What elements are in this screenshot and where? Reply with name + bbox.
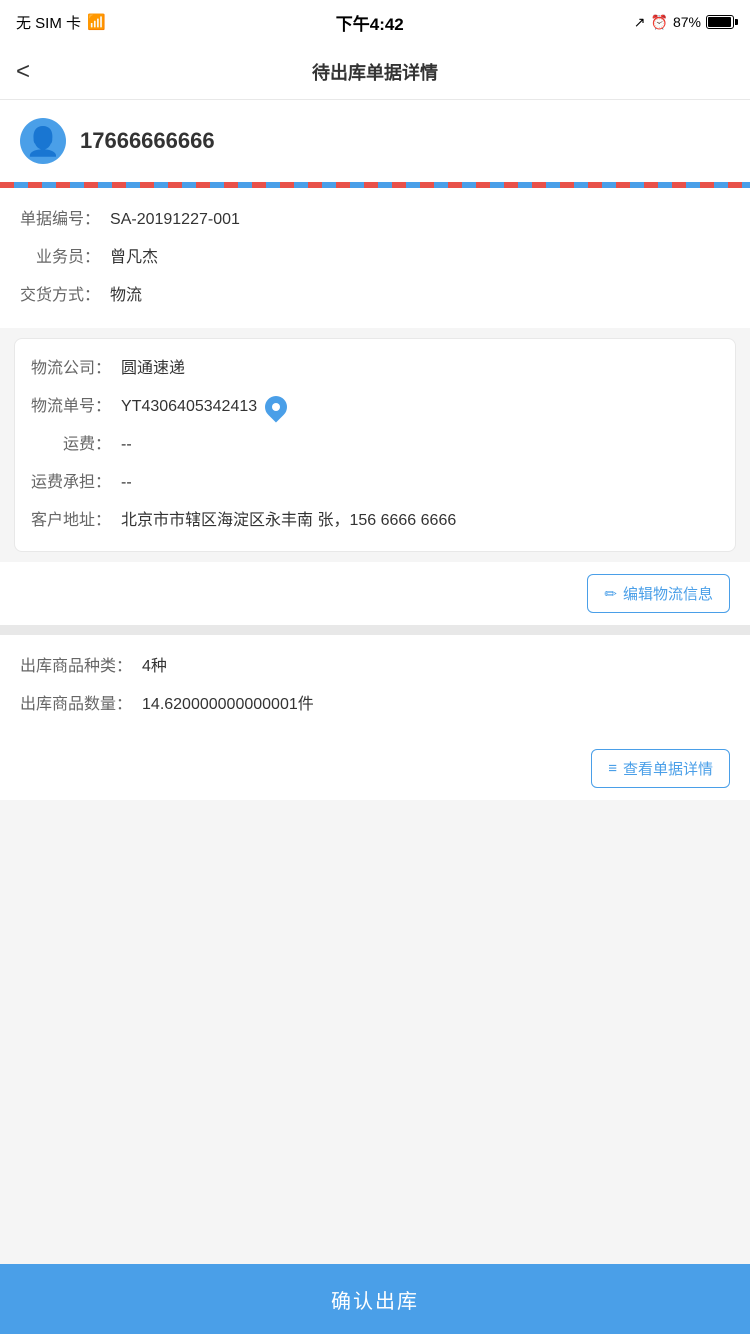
- edit-icon: ✏: [604, 585, 617, 603]
- delivery-row: 交货方式： 物流: [20, 284, 730, 308]
- back-button[interactable]: <: [8, 50, 38, 94]
- freight-row: 运费： --: [31, 433, 719, 457]
- product-quantity-value: 14.620000000000001件: [142, 693, 730, 717]
- location-icon: ↗: [634, 14, 646, 31]
- freight-bearer-row: 运费承担： --: [31, 471, 719, 495]
- status-bar: 无 SIM 卡 📶 下午4:42 ↗ ⏰ 87%: [0, 0, 750, 44]
- edit-logistics-button[interactable]: ✏ 编辑物流信息: [587, 574, 730, 613]
- freight-bearer-label: 运费承担：: [31, 471, 121, 495]
- battery-icon: [706, 15, 734, 29]
- tracking-number-row: 物流单号： YT4306405342413: [31, 395, 719, 419]
- avatar: 👤: [20, 118, 66, 164]
- view-details-button[interactable]: ≡ 查看单据详情: [591, 749, 730, 788]
- location-pin-icon[interactable]: [261, 391, 292, 422]
- tracking-value: YT4306405342413: [121, 395, 719, 419]
- avatar-icon: 👤: [26, 125, 61, 158]
- sales-rep-row: 业务员： 曾凡杰: [20, 246, 730, 270]
- status-right: ↗ ⏰ 87%: [634, 14, 734, 31]
- customer-row: 👤 17666666666: [0, 100, 750, 182]
- product-quantity-row: 出库商品数量： 14.620000000000001件: [20, 693, 730, 717]
- order-number-row: 单据编号： SA-20191227-001: [20, 208, 730, 232]
- section-divider: [0, 625, 750, 635]
- confirm-button[interactable]: 确认出库: [0, 1264, 750, 1334]
- alarm-icon: ⏰: [651, 14, 668, 31]
- confirm-btn-text: 确认出库: [331, 1285, 419, 1314]
- sales-rep-value: 曾凡杰: [110, 246, 730, 270]
- wifi-icon: 📶: [87, 13, 106, 31]
- carrier-label: 无 SIM 卡: [16, 12, 81, 33]
- order-number-label: 单据编号：: [20, 208, 110, 232]
- logistics-card: 物流公司： 圆通速递 物流单号： YT4306405342413 运费： -- …: [14, 338, 736, 552]
- edit-btn-label: 编辑物流信息: [623, 583, 713, 604]
- status-time: 下午4:42: [336, 10, 404, 35]
- freight-label: 运费：: [31, 433, 121, 457]
- delivery-label: 交货方式：: [20, 284, 110, 308]
- order-info-section: 单据编号： SA-20191227-001 业务员： 曾凡杰 交货方式： 物流: [0, 188, 750, 328]
- product-section: 出库商品种类： 4种 出库商品数量： 14.620000000000001件: [0, 635, 750, 737]
- nav-bar: < 待出库单据详情: [0, 44, 750, 100]
- delivery-value: 物流: [110, 284, 730, 308]
- customer-phone: 17666666666: [80, 128, 215, 154]
- view-details-label: 查看单据详情: [623, 758, 713, 779]
- sales-rep-label: 业务员：: [20, 246, 110, 270]
- page-title: 待出库单据详情: [312, 59, 438, 85]
- logistics-company-label: 物流公司：: [31, 357, 121, 381]
- battery-percent: 87%: [673, 14, 701, 30]
- status-left: 无 SIM 卡 📶: [16, 12, 106, 33]
- order-number-value: SA-20191227-001: [110, 208, 730, 232]
- product-type-label: 出库商品种类：: [20, 655, 142, 679]
- freight-value: --: [121, 433, 719, 457]
- logistics-company-value: 圆通速递: [121, 357, 719, 381]
- tracking-label: 物流单号：: [31, 395, 121, 419]
- list-icon: ≡: [608, 760, 617, 777]
- product-type-value: 4种: [142, 655, 730, 679]
- edit-btn-row: ✏ 编辑物流信息: [0, 562, 750, 625]
- address-value: 北京市市辖区海淀区永丰南 张，156 6666 6666: [121, 509, 719, 533]
- product-quantity-label: 出库商品数量：: [20, 693, 142, 717]
- address-label: 客户地址：: [31, 509, 121, 533]
- bottom-spacer: [0, 800, 750, 880]
- view-details-row: ≡ 查看单据详情: [0, 737, 750, 800]
- product-type-row: 出库商品种类： 4种: [20, 655, 730, 679]
- freight-bearer-value: --: [121, 471, 719, 495]
- address-row: 客户地址： 北京市市辖区海淀区永丰南 张，156 6666 6666: [31, 509, 719, 533]
- tracking-number-text: YT4306405342413: [121, 395, 257, 419]
- logistics-company-row: 物流公司： 圆通速递: [31, 357, 719, 381]
